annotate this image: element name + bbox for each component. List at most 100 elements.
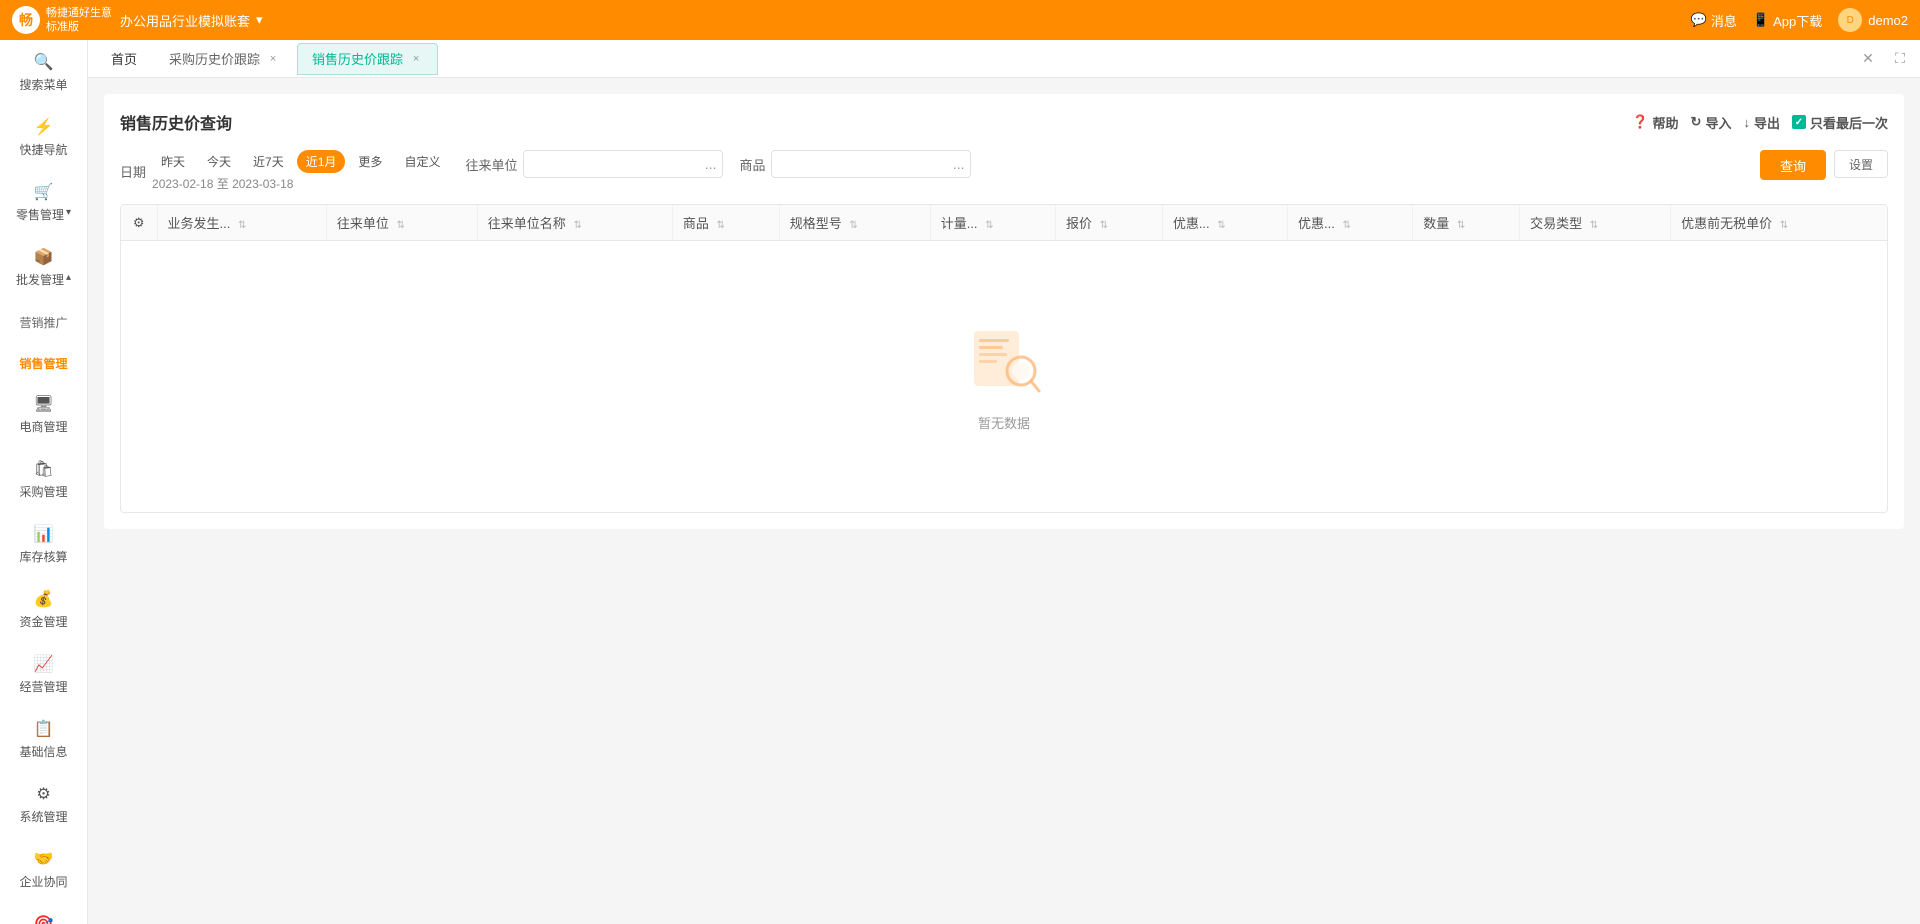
- th-partner-name[interactable]: 往来单位名称 ⇅: [477, 205, 672, 241]
- app-download-btn[interactable]: 📱 App下载: [1753, 11, 1822, 30]
- purchase-icon: 🛍: [0, 459, 87, 479]
- wholesale-arrow-icon: ▴: [66, 272, 71, 283]
- export-btn[interactable]: ↓ 导出: [1743, 113, 1780, 132]
- inventory-icon: 📊: [0, 524, 87, 544]
- sidebar-item-basic[interactable]: 📋 基础信息: [0, 707, 87, 772]
- user-area[interactable]: D demo2: [1838, 8, 1908, 32]
- th-biz-date[interactable]: 业务发生... ⇅: [157, 205, 326, 241]
- top-bar: 畅 畅捷通好生意 标准版 办公用品行业模拟账套 ▾ 💬 消息 📱 App下载 D…: [0, 0, 1920, 40]
- message-btn[interactable]: 💬 消息: [1691, 11, 1737, 30]
- enterprise-icon: 🤝: [0, 849, 87, 869]
- mobile-icon: 📱: [1753, 12, 1769, 28]
- sidebar-item-shortcut[interactable]: ⚡ 快捷导航: [0, 105, 87, 170]
- th-partner[interactable]: 往来单位 ⇅: [326, 205, 477, 241]
- sidebar-item-finance[interactable]: 💰 资金管理: [0, 577, 87, 642]
- logo-text: 畅捷通好生意 标准版: [46, 6, 112, 35]
- sort-biz-date-icon: ⇅: [238, 220, 246, 231]
- pill-today[interactable]: 今天: [198, 150, 240, 173]
- help-icon: ❓: [1632, 114, 1648, 130]
- sidebar-item-guide[interactable]: 🎯 新手引导: [0, 902, 87, 924]
- purchase-history-close-btn[interactable]: ×: [266, 52, 280, 66]
- close-tab-btn[interactable]: ✕: [1856, 47, 1880, 71]
- sidebar-item-system[interactable]: ⚙ 系统管理: [0, 772, 87, 837]
- th-trade-type[interactable]: 交易类型 ⇅: [1520, 205, 1671, 241]
- th-product[interactable]: 商品 ⇅: [672, 205, 779, 241]
- th-spec[interactable]: 规格型号 ⇅: [779, 205, 930, 241]
- sidebar-item-wholesale[interactable]: 📦 批发管理 ▴: [0, 235, 87, 300]
- pill-7days[interactable]: 近7天: [244, 150, 293, 173]
- date-label: 日期: [120, 162, 146, 181]
- sidebar-item-marketing[interactable]: 营销推广: [0, 300, 87, 341]
- app-title-area: 办公用品行业模拟账套 ▾: [120, 11, 263, 30]
- product-input[interactable]: [772, 157, 946, 171]
- main: 首页 采购历史价跟踪 × 销售历史价跟踪 × ✕ ⛶ 销售历史价查询: [88, 40, 1920, 924]
- sort-trade-type-icon: ⇅: [1590, 220, 1598, 231]
- dropdown-icon[interactable]: ▾: [256, 12, 263, 28]
- settings-icon[interactable]: ⚙: [133, 215, 145, 230]
- table-header: ⚙ 业务发生... ⇅ 往来单位 ⇅: [121, 205, 1887, 241]
- sales-history-tab-label: 销售历史价跟踪: [312, 49, 403, 68]
- empty-text: 暂无数据: [978, 413, 1030, 432]
- tab-bar-actions: ✕ ⛶: [1856, 47, 1912, 71]
- th-discount1[interactable]: 优惠... ⇅: [1162, 205, 1287, 241]
- help-btn[interactable]: ❓ 帮助: [1632, 113, 1678, 132]
- shortcut-icon: ⚡: [0, 117, 87, 137]
- home-tab-label: 首页: [111, 49, 137, 68]
- search-icon: 🔍: [0, 52, 87, 72]
- avatar: D: [1838, 8, 1862, 32]
- partner-filter-group: 往来单位 ...: [465, 150, 723, 178]
- sidebar-item-sales[interactable]: 销售管理: [0, 341, 87, 382]
- only-last-label[interactable]: ✓ 只看最后一次: [1792, 113, 1888, 132]
- sidebar-item-enterprise[interactable]: 🤝 企业协同: [0, 837, 87, 902]
- system-icon: ⚙: [0, 784, 87, 804]
- app-title: 办公用品行业模拟账套: [120, 11, 250, 30]
- sidebar-item-retail[interactable]: 🛒 零售管理 ▾: [0, 170, 87, 235]
- th-discount2[interactable]: 优惠... ⇅: [1288, 205, 1413, 241]
- date-range-text: 2023-02-18 至 2023-03-18: [152, 175, 449, 192]
- tab-bar: 首页 采购历史价跟踪 × 销售历史价跟踪 × ✕ ⛶: [88, 40, 1920, 78]
- sidebar-item-operations[interactable]: 📈 经营管理: [0, 642, 87, 707]
- th-price[interactable]: 报价 ⇅: [1055, 205, 1162, 241]
- partner-input[interactable]: [524, 157, 698, 171]
- sort-no-tax-price-icon: ⇅: [1780, 220, 1788, 231]
- sort-partner-name-icon: ⇅: [573, 220, 581, 231]
- th-no-tax-price[interactable]: 优惠前无税单价 ⇅: [1671, 205, 1887, 241]
- tab-home[interactable]: 首页: [96, 43, 152, 75]
- sidebar-item-ecommerce[interactable]: 🖥 电商管理: [0, 382, 87, 447]
- pill-more[interactable]: 更多: [349, 150, 391, 173]
- only-last-checkbox[interactable]: ✓: [1792, 115, 1806, 129]
- message-icon: 💬: [1691, 12, 1707, 28]
- pill-1month[interactable]: 近1月: [297, 150, 346, 173]
- export-icon: ↓: [1743, 115, 1750, 130]
- layout: 🔍 搜索菜单 ⚡ 快捷导航 🛒 零售管理 ▾ 📦 批发管理 ▴ 营销推广: [0, 40, 1920, 924]
- product-dots[interactable]: ...: [947, 156, 971, 172]
- query-btn[interactable]: 查询: [1760, 150, 1826, 180]
- maximize-btn[interactable]: ⛶: [1888, 47, 1912, 71]
- sort-partner-icon: ⇅: [396, 220, 404, 231]
- sales-history-close-btn[interactable]: ×: [409, 52, 423, 66]
- sidebar-item-search[interactable]: 🔍 搜索菜单: [0, 40, 87, 105]
- sort-unit-icon: ⇅: [985, 220, 993, 231]
- th-unit[interactable]: 计量... ⇅: [930, 205, 1055, 241]
- page-card: 销售历史价查询 ❓ 帮助 ↻ 导入 ↓ 导出: [104, 94, 1904, 529]
- guide-icon: 🎯: [0, 914, 87, 924]
- data-table: ⚙ 业务发生... ⇅ 往来单位 ⇅: [121, 205, 1887, 512]
- pill-yesterday[interactable]: 昨天: [152, 150, 194, 173]
- sidebar-item-inventory[interactable]: 📊 库存核算: [0, 512, 87, 577]
- th-settings[interactable]: ⚙: [121, 205, 157, 241]
- th-quantity[interactable]: 数量 ⇅: [1413, 205, 1520, 241]
- page-title-actions: ❓ 帮助 ↻ 导入 ↓ 导出 ✓ 只看最后一次: [1632, 113, 1888, 132]
- sort-price-icon: ⇅: [1100, 220, 1108, 231]
- tab-sales-history[interactable]: 销售历史价跟踪 ×: [297, 43, 438, 75]
- sort-discount1-icon: ⇅: [1217, 220, 1225, 231]
- empty-illustration: [959, 321, 1049, 401]
- filter-bar: 日期 昨天 今天 近7天 近1月 更多 自定义 2023-02-18 至 202…: [120, 150, 1888, 192]
- partner-dots[interactable]: ...: [699, 156, 723, 172]
- import-btn[interactable]: ↻ 导入: [1691, 113, 1732, 132]
- sort-discount2-icon: ⇅: [1343, 220, 1351, 231]
- pill-custom[interactable]: 自定义: [395, 150, 449, 173]
- date-filter-group: 日期 昨天 今天 近7天 近1月 更多 自定义 2023-02-18 至 202…: [120, 150, 449, 192]
- tab-purchase-history[interactable]: 采购历史价跟踪 ×: [154, 43, 295, 75]
- settings-btn[interactable]: 设置: [1834, 150, 1888, 178]
- sidebar-item-purchase[interactable]: 🛍 采购管理: [0, 447, 87, 512]
